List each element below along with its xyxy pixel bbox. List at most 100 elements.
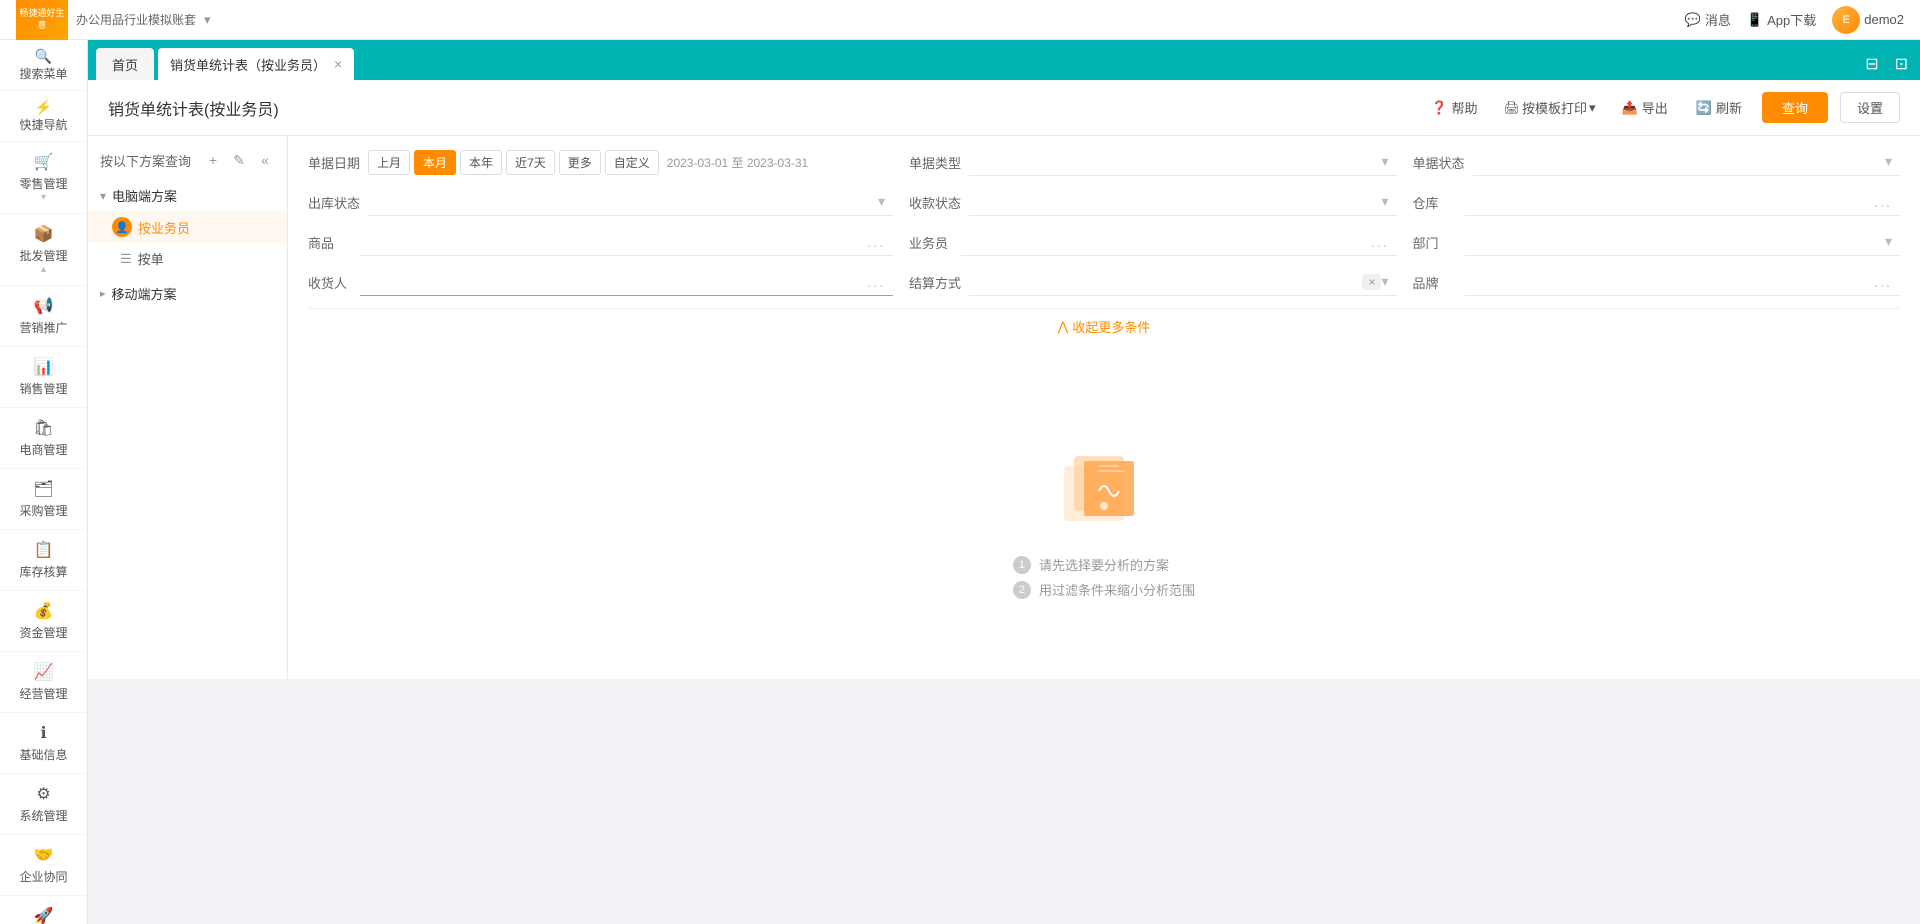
enterprise-icon: 🤝 — [34, 845, 54, 865]
salesperson-label: 业务员 — [909, 233, 953, 252]
date-this-month-btn[interactable]: 本月 — [414, 150, 456, 175]
message-action[interactable]: 💬 消息 — [1685, 10, 1731, 29]
collapse-more-button[interactable]: ⋀ 收起更多条件 — [308, 308, 1900, 344]
sidebar-item-basic[interactable]: ℹ 基础信息 — [0, 713, 87, 774]
header-left: 畅捷通好生意 办公用品行业模拟账套 ▾ — [16, 0, 211, 40]
out-status-dropdown-icon: ▾ — [878, 193, 885, 210]
date-this-year-btn[interactable]: 本年 — [460, 150, 502, 175]
newbie-icon: 🚀 — [34, 906, 54, 924]
sidebar-item-label: 企业协同 — [19, 868, 67, 885]
user-name: demo2 — [1864, 12, 1904, 27]
scheme-sub-item-by-order[interactable]: ☰ 按单 — [88, 243, 287, 274]
filter-date: 单据日期 上月 本月 本年 近7天 更多 自定义 2023-03-01 至 20… — [308, 150, 893, 175]
refresh-button[interactable]: 🔄 刷新 — [1688, 94, 1750, 121]
export-button[interactable]: 📤 导出 — [1614, 94, 1676, 121]
inner-layout: 按以下方案查询 + ✎ « ▾ 电脑端方案 👤 — [88, 136, 1920, 679]
sidebar-item-marketing[interactable]: 📢 营销推广 — [0, 286, 87, 347]
sidebar-item-label: 销售管理 — [19, 380, 67, 397]
date-7days-btn[interactable]: 近7天 — [506, 150, 555, 175]
chevron-down-icon: ▾ — [100, 189, 106, 203]
tab-home[interactable]: 首页 — [96, 48, 154, 80]
page-title: 销货单统计表(按业务员) — [108, 96, 279, 120]
sidebar-item-enterprise[interactable]: 🤝 企业协同 — [0, 835, 87, 896]
pay-status-control[interactable]: ▾ — [969, 188, 1396, 216]
date-custom-btn[interactable]: 自定义 — [605, 150, 659, 175]
hint-num-1: 1 — [1013, 556, 1031, 574]
sidebar-item-retail[interactable]: 🛒 零售管理 ▾ — [0, 142, 87, 214]
warehouse-control[interactable]: ... — [1465, 188, 1901, 216]
sidebar-search[interactable]: 🔍 搜索菜单 — [0, 40, 87, 91]
order-icon: ☰ — [120, 251, 132, 267]
retail-icon: 🛒 — [34, 152, 54, 172]
warehouse-dots: ... — [1874, 194, 1892, 210]
sidebar-item-ecommerce[interactable]: 🛍 电商管理 — [0, 408, 87, 469]
sidebar-item-label: 采购管理 — [19, 502, 67, 519]
main-layout: 🔍 搜索菜单 ⚡ 快捷导航 🛒 零售管理 ▾ 📦 批发管理 ▴ 📢 营销推广 📊… — [0, 40, 1920, 924]
sidebar-quick[interactable]: ⚡ 快捷导航 — [0, 91, 87, 142]
doc-status-control[interactable]: ▾ — [1473, 148, 1900, 176]
sidebar-item-operation[interactable]: 📈 经营管理 — [0, 652, 87, 713]
dept-control[interactable]: ▾ — [1465, 228, 1901, 256]
active-scheme-label: 按业务员 — [138, 218, 190, 237]
recipient-control[interactable]: ... — [360, 268, 893, 296]
query-button[interactable]: 查询 — [1762, 92, 1828, 123]
help-button[interactable]: ❓ 帮助 — [1423, 94, 1485, 121]
print-icon: 🖨 — [1504, 100, 1521, 116]
scheme-item-by-salesperson[interactable]: 👤 按业务员 — [88, 211, 287, 243]
tab-close-icon[interactable]: × — [334, 56, 342, 72]
right-panel: 单据日期 上月 本月 本年 近7天 更多 自定义 2023-03-01 至 20… — [288, 136, 1920, 679]
goods-control[interactable]: ... — [360, 228, 893, 256]
template-print-button[interactable]: 🖨 按模板打印 ▾ — [1498, 94, 1602, 121]
sidebar-item-purchase[interactable]: 🗂 采购管理 — [0, 469, 87, 530]
tab-maximize-button[interactable]: ⊡ — [1891, 52, 1912, 76]
salesperson-control[interactable]: ... — [961, 228, 1397, 256]
sidebar-item-finance[interactable]: 💰 资金管理 — [0, 591, 87, 652]
sidebar-item-inventory[interactable]: 📋 库存核算 — [0, 530, 87, 591]
scheme-collapse-icon[interactable]: « — [255, 150, 275, 170]
app-download-action[interactable]: 📱 App下载 — [1747, 10, 1816, 29]
filter-dept: 部门 ▾ — [1413, 228, 1901, 256]
collapse-icon: ⋀ — [1058, 319, 1069, 335]
filter-goods: 商品 ... — [308, 228, 893, 256]
brand-label: 品牌 — [1413, 273, 1457, 292]
app-download-icon: 📱 — [1747, 12, 1763, 28]
date-more-btn[interactable]: 更多 — [559, 150, 601, 175]
refresh-icon: 🔄 — [1696, 100, 1712, 116]
tab-minimize-button[interactable]: ⊟ — [1861, 52, 1882, 76]
sidebar-item-system[interactable]: ⚙ 系统管理 — [0, 774, 87, 835]
sidebar-item-newbie[interactable]: 🚀 新手引导 — [0, 896, 87, 924]
sidebar-item-sales[interactable]: 📊 销售管理 — [0, 347, 87, 408]
collapse-label: 收起更多条件 — [1072, 317, 1150, 336]
page-actions: ❓ 帮助 🖨 按模板打印 ▾ 📤 导出 🔄 刷新 — [1423, 92, 1900, 123]
sub-scheme-label: 按单 — [138, 249, 164, 268]
scheme-mobile-group[interactable]: ▸ 移动端方案 — [88, 278, 287, 309]
payment-method-dropdown-icon: ▾ — [1381, 273, 1388, 290]
date-last-month-btn[interactable]: 上月 — [368, 150, 410, 175]
hint-text-1: 请先选择要分析的方案 — [1039, 555, 1169, 574]
goods-label: 商品 — [308, 233, 352, 252]
settings-button[interactable]: 设置 — [1840, 92, 1900, 123]
sidebar-item-label: 系统管理 — [19, 807, 67, 824]
payment-method-clear-icon[interactable]: × — [1368, 275, 1375, 289]
scheme-edit-icon[interactable]: ✎ — [229, 150, 249, 170]
scheme-add-icon[interactable]: + — [203, 150, 223, 170]
doc-status-dropdown-icon: ▾ — [1885, 153, 1892, 170]
doc-type-control[interactable]: ▾ — [969, 148, 1396, 176]
payment-method-control[interactable]: × ▾ — [969, 268, 1396, 296]
user-action[interactable]: E demo2 — [1832, 6, 1904, 34]
tab-bar: 首页 销货单统计表（按业务员） × ⊟ ⊡ — [88, 40, 1920, 80]
tab-active[interactable]: 销货单统计表（按业务员） × — [158, 48, 354, 80]
help-icon: ❓ — [1431, 100, 1447, 116]
brand-control[interactable]: ... — [1465, 268, 1901, 296]
scheme-pc-group-header[interactable]: ▾ 电脑端方案 — [88, 180, 287, 211]
out-status-control[interactable]: ▾ — [368, 188, 893, 216]
sidebar-item-wholesale[interactable]: 📦 批发管理 ▴ — [0, 214, 87, 286]
sidebar: 🔍 搜索菜单 ⚡ 快捷导航 🛒 零售管理 ▾ 📦 批发管理 ▴ 📢 营销推广 📊… — [0, 40, 88, 924]
salesperson-dots: ... — [1371, 234, 1389, 250]
filter-pay-status: 收款状态 ▾ — [909, 188, 1397, 216]
empty-state: 1 请先选择要分析的方案 2 用过滤条件来缩小分析范围 — [288, 356, 1920, 679]
dept-dropdown-icon: ▾ — [1885, 233, 1892, 250]
workspace-dropdown-icon[interactable]: ▾ — [204, 12, 211, 28]
operation-icon: 📈 — [34, 662, 54, 682]
doc-type-label: 单据类型 — [909, 153, 961, 172]
